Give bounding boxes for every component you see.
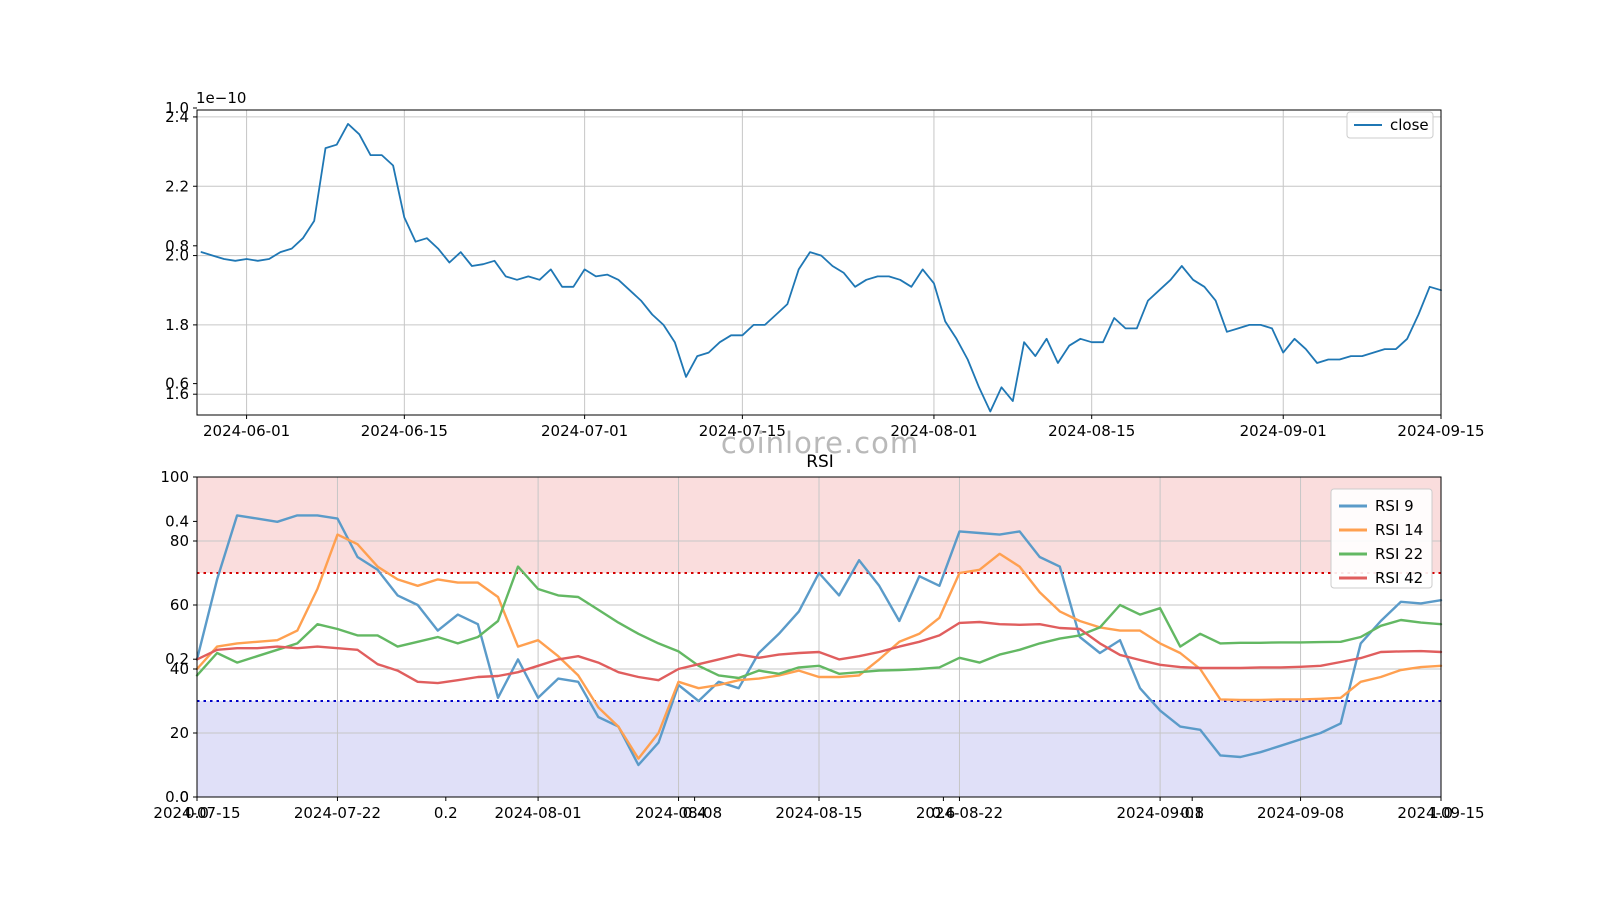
y-tick-label: 2.2 — [165, 177, 189, 195]
rsi42-legend-label: RSI 42 — [1375, 569, 1423, 587]
x-tick-label: 2024-08-15 — [775, 804, 862, 822]
x-tick-label: 2024-09-08 — [1257, 804, 1344, 822]
y-tick-label: 1.8 — [165, 316, 189, 334]
price-chart: 2024-06-01 2024-06-15 2024-07-01 2024-07-15… — [165, 108, 1484, 440]
figure: 2024-07-15 2024-07-22 2024-08-01 2024-08-08… — [0, 0, 1600, 900]
y-tick-label: 80 — [170, 532, 189, 550]
y-tick-label: 20 — [170, 724, 189, 742]
rsi-chart: 2024-07-15 2024-07-22 2024-08-01 2024-08-08… — [153, 468, 1484, 822]
figure-x-tick-label: 0.8 — [1180, 804, 1204, 822]
figure-y-tick-label: 1.0 — [165, 99, 189, 117]
figure-x-tick-label: 1.0 — [1429, 804, 1453, 822]
series-close — [200, 123, 1442, 413]
x-tick-label: 2024-08-01 — [495, 804, 582, 822]
x-tick-label: 2024-08-08 — [635, 804, 722, 822]
figure-x-tick-label: 0.0 — [185, 804, 209, 822]
figure-y-tick-label: 0.2 — [165, 650, 189, 668]
figure-y-tick-label: 0.8 — [165, 237, 189, 255]
x-tick-label: 2024-06-15 — [361, 422, 448, 440]
close-legend-label: close — [1390, 116, 1429, 134]
figure-y-tick-label: 0.4 — [165, 512, 189, 530]
y-tick-label: 100 — [160, 468, 189, 486]
x-tick-label: 2024-09-15 — [1397, 422, 1484, 440]
y-tick-label: 60 — [170, 596, 189, 614]
x-tick-label: 2024-07-22 — [294, 804, 381, 822]
x-tick-label: 2024-09-01 — [1240, 422, 1327, 440]
x-tick-label: 2024-08-22 — [916, 804, 1003, 822]
figure-x-tick-label: 0.4 — [683, 804, 707, 822]
rsi-legend: RSI 9 RSI 14 RSI 22 RSI 42 — [1330, 488, 1433, 589]
figure-x-tick-label: 0.2 — [434, 804, 458, 822]
figure-x-tick-label: 0.6 — [931, 804, 955, 822]
close-legend: close — [1346, 111, 1434, 139]
rsi9-legend-label: RSI 9 — [1375, 497, 1414, 515]
rsi-chart-title: RSI — [806, 452, 834, 472]
x-tick-label: 2024-06-01 — [203, 422, 290, 440]
rsi14-legend-label: RSI 14 — [1375, 521, 1423, 539]
y-axis-offset-label: 1e−10 — [196, 89, 247, 107]
figure-y-tick-label: 0.6 — [165, 375, 189, 393]
rsi22-legend-label: RSI 22 — [1375, 545, 1423, 563]
